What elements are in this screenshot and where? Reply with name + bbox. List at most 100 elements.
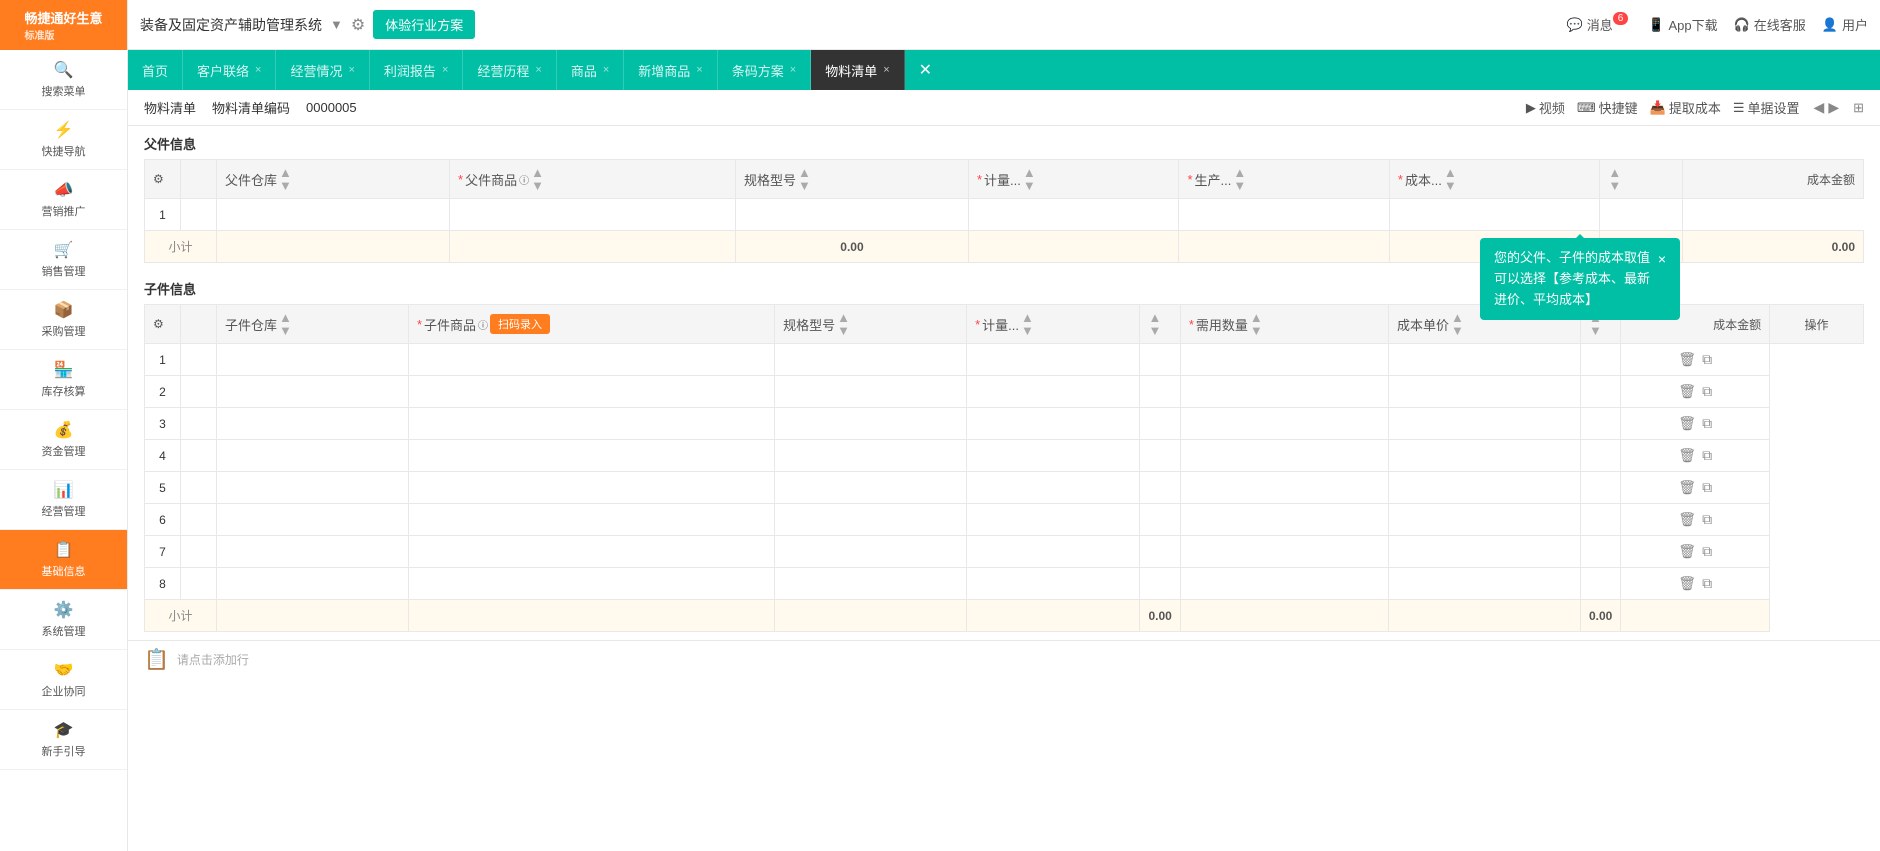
app-download-btn[interactable]: 📱 App下载 xyxy=(1648,15,1717,34)
child-unit-1[interactable] xyxy=(775,344,967,376)
child-unit-cost-3[interactable] xyxy=(1180,408,1388,440)
child-warehouse-4[interactable] xyxy=(181,440,217,472)
child-unit-cost-2[interactable] xyxy=(1180,376,1388,408)
child-unit-6[interactable] xyxy=(775,504,967,536)
shortcut-action[interactable]: ⌨ 快捷键 xyxy=(1577,98,1638,117)
delete-icon-2[interactable]: 🗑 xyxy=(1678,383,1696,400)
child-extra1-2[interactable] xyxy=(967,376,1140,408)
sidebar-item-新手引导[interactable]: 🎓新手引导 xyxy=(0,710,127,770)
child-product-6[interactable] xyxy=(217,504,409,536)
child-product-3[interactable] xyxy=(217,408,409,440)
nav-tab-7[interactable]: 条码方案× xyxy=(718,50,811,90)
tooltip-close-btn[interactable]: × xyxy=(1658,248,1666,270)
close-all-tabs-btn[interactable]: ✕ xyxy=(919,60,932,80)
child-product-5[interactable] xyxy=(217,472,409,504)
child-quantity-2[interactable] xyxy=(1140,376,1180,408)
message-btn[interactable]: 💬 消息 6 xyxy=(1567,15,1633,34)
child-unit-cost-4[interactable] xyxy=(1180,440,1388,472)
child-unit-4[interactable] xyxy=(775,440,967,472)
next-arrow[interactable]: ▶ xyxy=(1826,99,1841,116)
sidebar-item-搜索菜单[interactable]: 🔍搜索菜单 xyxy=(0,50,127,110)
extract-cost-action[interactable]: 📥 提取成本 xyxy=(1650,98,1721,117)
child-product-2[interactable] xyxy=(217,376,409,408)
close-tab-6[interactable]: × xyxy=(696,64,702,76)
child-product-7[interactable] xyxy=(217,536,409,568)
nav-tab-0[interactable]: 首页 xyxy=(128,50,183,90)
copy-icon-4[interactable]: ⧉ xyxy=(1702,447,1712,464)
parent-row-warehouse-1[interactable] xyxy=(181,199,217,231)
copy-icon-2[interactable]: ⧉ xyxy=(1702,383,1712,400)
child-extra1-6[interactable] xyxy=(967,504,1140,536)
parent-row-spec-1[interactable] xyxy=(450,199,736,231)
parent-col-settings[interactable]: ⚙ xyxy=(145,160,181,199)
child-extra1-7[interactable] xyxy=(967,536,1140,568)
child-spec-5[interactable] xyxy=(408,472,774,504)
experience-btn[interactable]: 体验行业方案 xyxy=(373,10,475,39)
parent-row-unit-1[interactable] xyxy=(735,199,968,231)
child-unit-cost-8[interactable] xyxy=(1180,568,1388,600)
child-unit-8[interactable] xyxy=(775,568,967,600)
copy-icon-5[interactable]: ⧉ xyxy=(1702,479,1712,496)
prev-arrow[interactable]: ◀ xyxy=(1812,99,1827,116)
child-unit-5[interactable] xyxy=(775,472,967,504)
child-spec-3[interactable] xyxy=(408,408,774,440)
sidebar-item-快捷导航[interactable]: ⚡快捷导航 xyxy=(0,110,127,170)
parent-row-production-1[interactable] xyxy=(968,199,1178,231)
delete-icon-5[interactable]: 🗑 xyxy=(1678,479,1696,496)
child-warehouse-5[interactable] xyxy=(181,472,217,504)
copy-icon-8[interactable]: ⧉ xyxy=(1702,575,1712,592)
child-warehouse-2[interactable] xyxy=(181,376,217,408)
child-spec-7[interactable] xyxy=(408,536,774,568)
single-settings-action[interactable]: ☰ 单据设置 xyxy=(1733,98,1800,117)
child-product-1[interactable] xyxy=(217,344,409,376)
gear-icon[interactable]: ⚙ xyxy=(351,15,365,35)
child-quantity-6[interactable] xyxy=(1140,504,1180,536)
sidebar-item-资金管理[interactable]: 💰资金管理 xyxy=(0,410,127,470)
nav-tab-6[interactable]: 新增商品× xyxy=(624,50,717,90)
child-unit-7[interactable] xyxy=(775,536,967,568)
sidebar-item-采购管理[interactable]: 📦采购管理 xyxy=(0,290,127,350)
sidebar-item-营销推广[interactable]: 📣营销推广 xyxy=(0,170,127,230)
sidebar-item-经营管理[interactable]: 📊经营管理 xyxy=(0,470,127,530)
child-spec-4[interactable] xyxy=(408,440,774,472)
child-quantity-5[interactable] xyxy=(1140,472,1180,504)
child-unit-3[interactable] xyxy=(775,408,967,440)
close-tab-7[interactable]: × xyxy=(790,64,796,76)
close-tab-2[interactable]: × xyxy=(348,64,354,76)
system-select-icon[interactable]: ▼ xyxy=(330,17,343,32)
child-quantity-3[interactable] xyxy=(1140,408,1180,440)
child-warehouse-6[interactable] xyxy=(181,504,217,536)
user-btn[interactable]: 👤 用户 xyxy=(1822,15,1868,34)
delete-icon-6[interactable]: 🗑 xyxy=(1678,511,1696,528)
child-warehouse-3[interactable] xyxy=(181,408,217,440)
copy-icon-6[interactable]: ⧉ xyxy=(1702,511,1712,528)
nav-tab-2[interactable]: 经营情况× xyxy=(276,50,369,90)
copy-icon-3[interactable]: ⧉ xyxy=(1702,415,1712,432)
child-warehouse-8[interactable] xyxy=(181,568,217,600)
child-quantity-7[interactable] xyxy=(1140,536,1180,568)
child-extra1-8[interactable] xyxy=(967,568,1140,600)
sidebar-item-系统管理[interactable]: ⚙️系统管理 xyxy=(0,590,127,650)
delete-icon-8[interactable]: 🗑 xyxy=(1678,575,1696,592)
scan-btn[interactable]: 扫码录入 xyxy=(490,314,550,334)
child-warehouse-1[interactable] xyxy=(181,344,217,376)
child-extra1-5[interactable] xyxy=(967,472,1140,504)
child-extra1-4[interactable] xyxy=(967,440,1140,472)
nav-tab-8[interactable]: 物料清单× xyxy=(811,50,904,90)
online-service-btn[interactable]: 🎧 在线客服 xyxy=(1734,15,1806,34)
child-quantity-4[interactable] xyxy=(1140,440,1180,472)
nav-tab-5[interactable]: 商品× xyxy=(557,50,624,90)
sidebar-item-基础信息[interactable]: 📋基础信息 xyxy=(0,530,127,590)
close-tab-5[interactable]: × xyxy=(603,64,609,76)
child-spec-6[interactable] xyxy=(408,504,774,536)
delete-icon-4[interactable]: 🗑 xyxy=(1678,447,1696,464)
view-action[interactable]: ▶ 视频 xyxy=(1526,98,1565,117)
close-tab-3[interactable]: × xyxy=(442,64,448,76)
nav-tab-4[interactable]: 经营历程× xyxy=(463,50,556,90)
delete-icon-1[interactable]: 🗑 xyxy=(1678,351,1696,368)
child-spec-1[interactable] xyxy=(408,344,774,376)
child-extra1-1[interactable] xyxy=(967,344,1140,376)
child-unit-cost-5[interactable] xyxy=(1180,472,1388,504)
child-unit-cost-1[interactable] xyxy=(1180,344,1388,376)
delete-icon-3[interactable]: 🗑 xyxy=(1678,415,1696,432)
